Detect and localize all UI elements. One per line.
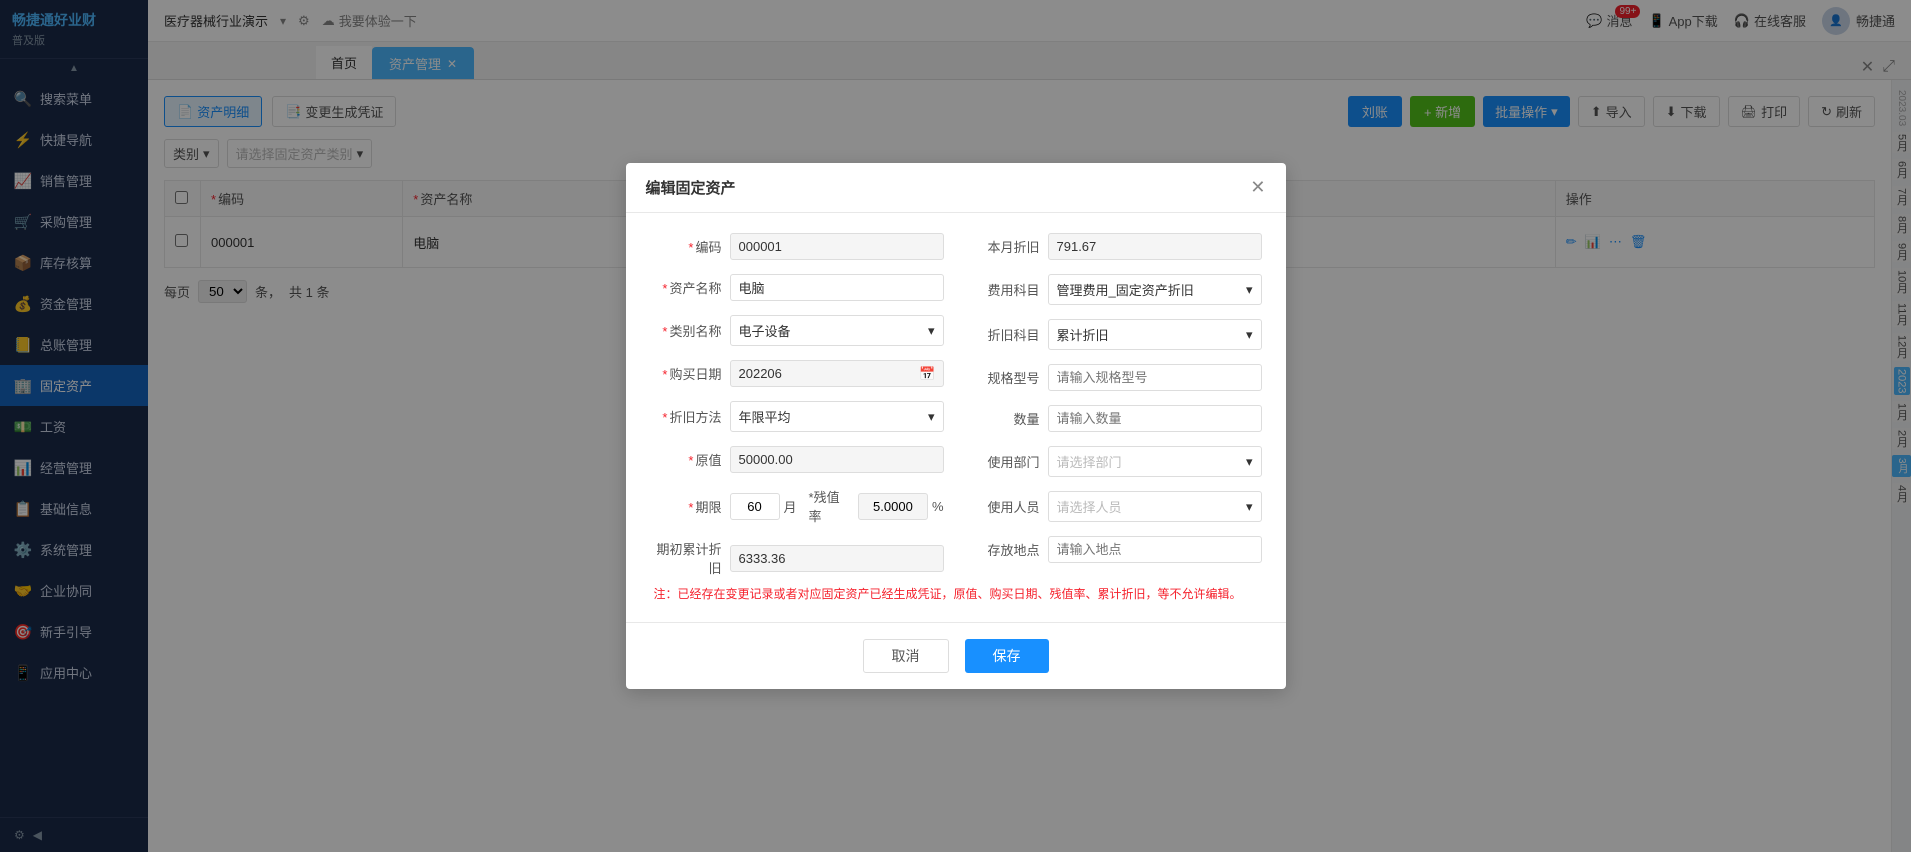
period-input[interactable] [730,493,780,520]
original-value-label: *原值 [650,450,722,469]
spec-input[interactable] [1048,364,1262,391]
category-select[interactable]: 电子设备 ▾ [730,315,944,346]
department-dropdown-icon: ▾ [1246,454,1253,470]
code-label: *编码 [650,237,722,256]
monthly-dep-input [1048,233,1262,260]
form-row-spec: 规格型号 [968,364,1262,391]
modal-close-btn[interactable]: ✕ [1250,177,1265,198]
form-row-expense-subject: 费用科目 管理费用_固定资产折旧 ▾ [968,274,1262,305]
dep-subject-value: 累计折旧 [1057,325,1109,344]
modal-title: 编辑固定资产 [646,177,736,198]
method-label: *折旧方法 [650,407,722,426]
category-value: 电子设备 [739,321,791,340]
form-row-name: *资产名称 [650,274,944,301]
initial-dep-input[interactable] [730,545,944,572]
quantity-label: 数量 [968,409,1040,428]
expense-label: 费用科目 [968,280,1040,299]
department-select[interactable]: 请选择部门 ▾ [1048,446,1262,477]
purchase-date-wrap: 📅 [730,360,944,387]
form-row-person: 使用人员 请选择人员 ▾ [968,491,1262,522]
expense-select[interactable]: 管理费用_固定资产折旧 ▾ [1048,274,1262,305]
expense-dropdown-icon: ▾ [1246,282,1253,298]
category-label: *类别名称 [650,321,722,340]
edit-asset-modal: 编辑固定资产 ✕ *编码 *资产名称 *类别名称 [626,163,1286,689]
form-row-category: *类别名称 电子设备 ▾ [650,315,944,346]
dep-subject-select[interactable]: 累计折旧 ▾ [1048,319,1262,350]
form-row-department: 使用部门 请选择部门 ▾ [968,446,1262,477]
name-label: *资产名称 [650,278,722,297]
method-value: 年限平均 [739,407,791,426]
dep-subject-dropdown-icon: ▾ [1246,327,1253,343]
calendar-icon[interactable]: 📅 [919,366,935,382]
modal-footer: 取消 保存 [626,622,1286,689]
person-label: 使用人员 [968,497,1040,516]
name-input[interactable] [730,274,944,301]
code-input[interactable] [730,233,944,260]
expense-value: 管理费用_固定资产折旧 [1057,280,1194,299]
location-label: 存放地点 [968,540,1040,559]
person-placeholder: 请选择人员 [1057,497,1122,516]
dep-subject-label: 折旧科目 [968,325,1040,344]
modal-header: 编辑固定资产 ✕ [626,163,1286,213]
residual-rate-label: *残值率 [809,487,846,525]
modal-body: *编码 *资产名称 *类别名称 电子设备 ▾ [626,213,1286,622]
form-row-method: *折旧方法 年限平均 ▾ [650,401,944,432]
location-input[interactable] [1048,536,1262,563]
pct-unit: % [932,499,944,514]
form-row-monthly-dep: 本月折旧 [968,233,1262,260]
person-dropdown-icon: ▾ [1246,499,1253,515]
form-row-dep-subject: 折旧科目 累计折旧 ▾ [968,319,1262,350]
form-row-original-value: *原值 [650,446,944,473]
monthly-dep-label: 本月折旧 [968,237,1040,256]
form-row-code: *编码 [650,233,944,260]
form-right-col: 本月折旧 费用科目 管理费用_固定资产折旧 ▾ 折旧科目 累计折旧 [968,233,1262,577]
residual-rate-input[interactable] [858,493,928,520]
department-placeholder: 请选择部门 [1057,452,1122,471]
method-dropdown-icon: ▾ [928,409,935,425]
purchase-date-input[interactable] [730,360,944,387]
purchase-date-label: *购买日期 [650,364,722,383]
person-select[interactable]: 请选择人员 ▾ [1048,491,1262,522]
quantity-input[interactable] [1048,405,1262,432]
form-row-purchase-date: *购买日期 📅 [650,360,944,387]
period-label: *期限 [650,497,722,516]
period-row: 月 *残值率 % [730,487,944,525]
cancel-button[interactable]: 取消 [863,639,949,673]
modal-overlay: 编辑固定资产 ✕ *编码 *资产名称 *类别名称 [0,0,1911,852]
form-row-period: *期限 月 *残值率 % [650,487,944,525]
form-left-col: *编码 *资产名称 *类别名称 电子设备 ▾ [650,233,944,577]
form-grid: *编码 *资产名称 *类别名称 电子设备 ▾ [650,233,1262,577]
modal-note: 注：已经存在变更记录或者对应固定资产已经生成凭证，原值、购买日期、残值率、累计折… [650,585,1262,602]
form-row-location: 存放地点 [968,536,1262,563]
category-dropdown-icon: ▾ [928,323,935,339]
form-row-quantity: 数量 [968,405,1262,432]
save-button[interactable]: 保存 [965,639,1049,673]
spec-label: 规格型号 [968,368,1040,387]
form-row-initial-depreciation: 期初累计折旧 [650,539,944,577]
method-select[interactable]: 年限平均 ▾ [730,401,944,432]
department-label: 使用部门 [968,452,1040,471]
original-value-input[interactable] [730,446,944,473]
initial-dep-label: 期初累计折旧 [650,539,722,577]
period-unit: 月 [784,497,797,516]
